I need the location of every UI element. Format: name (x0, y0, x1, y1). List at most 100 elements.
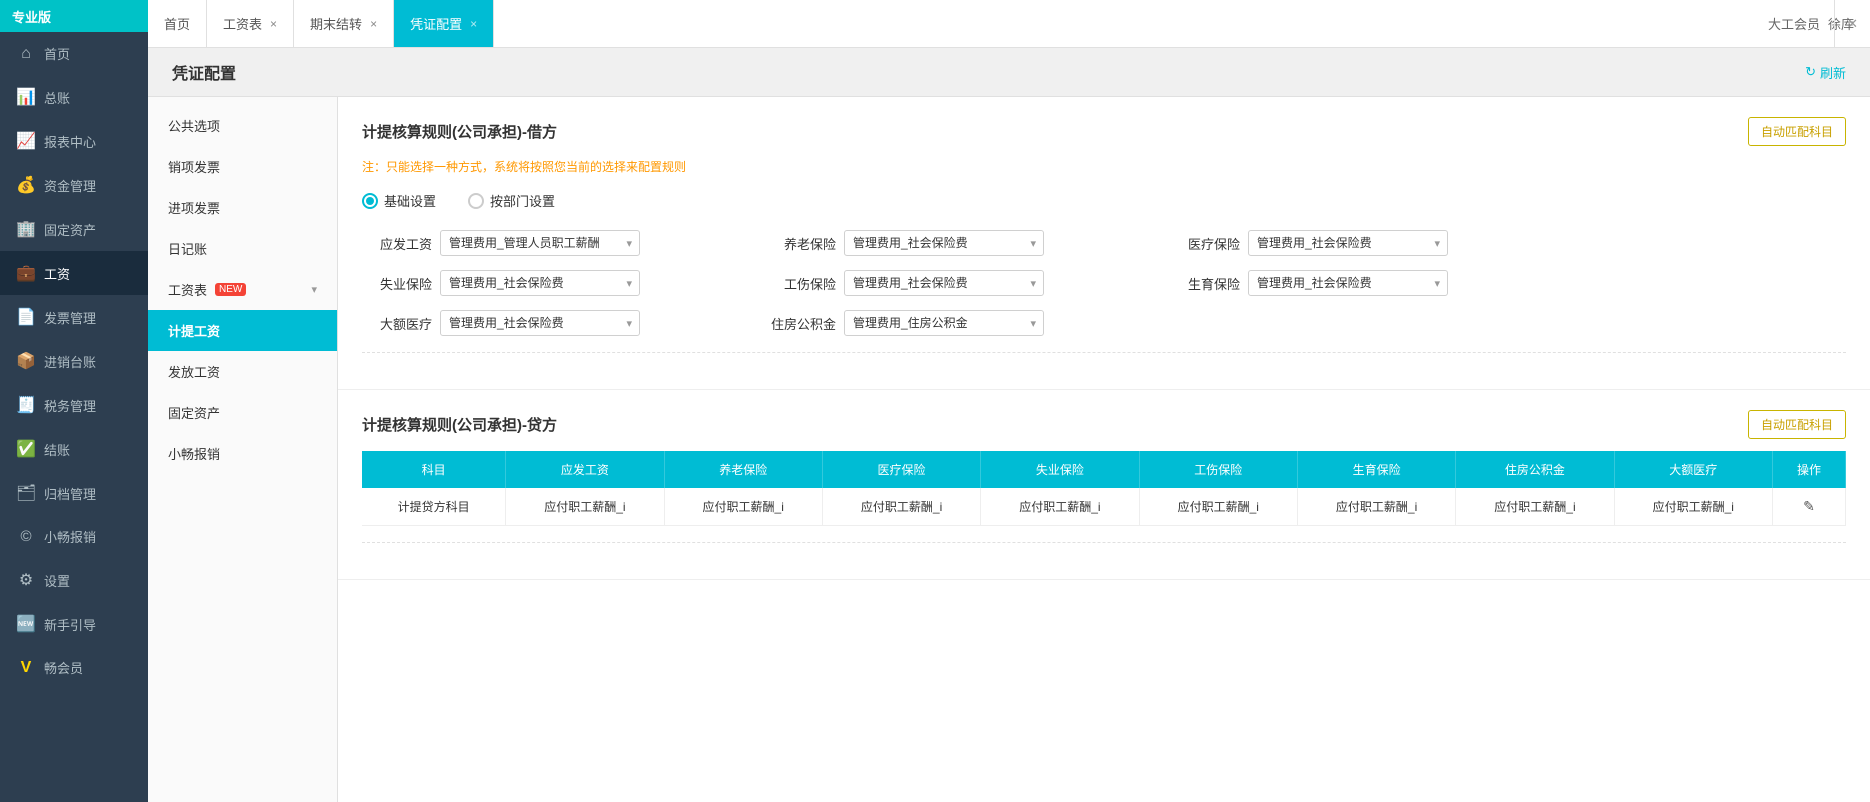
debit-note: 注：只能选择一种方式，系统将按照您当前的选择来配置规则 (362, 158, 1846, 175)
select-pension[interactable]: 管理费用_社会保险费 (844, 230, 1044, 256)
sidebar-item-member[interactable]: V 畅会员 (0, 646, 148, 689)
tab-salary-table[interactable]: 工资表 × (207, 0, 294, 47)
col-housing-fund: 住房公积金 (1456, 451, 1614, 488)
cell-medical: 应付职工薪酬_i (822, 488, 980, 526)
select-salary[interactable]: 管理费用_管理人员职工薪酬 (440, 230, 640, 256)
debit-section-header: 计提核算规则(公司承担)-借方 自动匹配科目 (362, 117, 1846, 146)
credit-table-head: 科目 应发工资 养老保险 医疗保险 失业保险 工伤保险 生育保险 住房公积金 大… (362, 451, 1846, 488)
debit-section-title: 计提核算规则(公司承担)-借方 (362, 121, 557, 142)
sidebar-item-report2[interactable]: © 小畅报销 (0, 515, 148, 558)
purchase-icon: 📦 (16, 351, 36, 371)
nav-arrow-icon: ▾ (311, 283, 317, 296)
select-wrapper-housing-fund: 管理费用_住房公积金 ▾ (844, 310, 1044, 336)
home-icon: ⌂ (16, 45, 36, 63)
tab-voucher-config[interactable]: 凭证配置 × (394, 0, 494, 47)
main-content: 计提核算规则(公司承担)-借方 自动匹配科目 注：只能选择一种方式，系统将按照您… (338, 97, 1870, 802)
sidebar-item-assets[interactable]: 🏢 固定资产 (0, 207, 148, 251)
radio-basic-dot (366, 197, 374, 205)
debit-form-grid: 应发工资 管理费用_管理人员职工薪酬 ▾ 养老保险 (362, 230, 1846, 336)
radio-dept[interactable]: 按部门设置 (468, 191, 555, 210)
close-panel-icon: ✕ (1847, 16, 1858, 32)
assets-icon: 🏢 (16, 219, 36, 239)
radio-basic-label: 基础设置 (384, 191, 436, 210)
radio-basic[interactable]: 基础设置 (362, 191, 436, 210)
select-large-medical[interactable]: 管理费用_社会保险费 (440, 310, 640, 336)
nav-label-calc-wage: 计提工资 (168, 321, 220, 340)
sidebar-item-tax[interactable]: 🧾 税务管理 (0, 383, 148, 427)
edit-icon[interactable]: ✎ (1803, 498, 1815, 514)
select-unemployment[interactable]: 管理费用_社会保险费 (440, 270, 640, 296)
cell-maternity: 应付职工薪酬_i (1297, 488, 1455, 526)
funds-icon: 💰 (16, 175, 36, 195)
nav-item-fixed-assets[interactable]: 固定资产 (148, 392, 337, 433)
nav-item-expense-report[interactable]: 小畅报销 (148, 433, 337, 474)
settle-icon: ✅ (16, 439, 36, 459)
sidebar-label-ledger: 总账 (44, 88, 70, 107)
col-maternity: 生育保险 (1297, 451, 1455, 488)
tab-salary-close[interactable]: × (270, 17, 277, 31)
nav-item-public[interactable]: 公共选项 (148, 105, 337, 146)
cell-subject: 计提贷方科目 (362, 488, 506, 526)
select-wrapper-large-medical: 管理费用_社会保险费 ▾ (440, 310, 640, 336)
sidebar-item-purchase[interactable]: 📦 进销台账 (0, 339, 148, 383)
sidebar-item-salary[interactable]: 💼 工资 (0, 251, 148, 295)
topbar: 首页 工资表 × 期末结转 × 凭证配置 × 大工会员 徐库 ✕ (148, 0, 1870, 48)
select-work-injury[interactable]: 管理费用_社会保险费 (844, 270, 1044, 296)
sidebar-item-reports[interactable]: 📈 报表中心 (0, 119, 148, 163)
sidebar-item-settle[interactable]: ✅ 结账 (0, 427, 148, 471)
sidebar-label-salary: 工资 (44, 264, 70, 283)
select-wrapper-unemployment: 管理费用_社会保险费 ▾ (440, 270, 640, 296)
close-panel-button[interactable]: ✕ (1834, 0, 1870, 47)
nav-item-sales-invoice[interactable]: 销项发票 (148, 146, 337, 187)
tab-period-end[interactable]: 期末结转 × (294, 0, 394, 47)
nav-item-purchase-invoice[interactable]: 进项发票 (148, 187, 337, 228)
credit-table-header-row: 科目 应发工资 养老保险 医疗保险 失业保险 工伤保险 生育保险 住房公积金 大… (362, 451, 1846, 488)
debit-auto-match-button[interactable]: 自动匹配科目 (1748, 117, 1846, 146)
sidebar-item-ledger[interactable]: 📊 总账 (0, 75, 148, 119)
cell-action: ✎ (1772, 488, 1845, 526)
label-housing-fund: 住房公积金 (766, 314, 836, 333)
select-wrapper-salary: 管理费用_管理人员职工薪酬 ▾ (440, 230, 640, 256)
table-row: 计提贷方科目 应付职工薪酬_i 应付职工薪酬_i 应付职工薪酬_i 应付职工薪酬… (362, 488, 1846, 526)
archive-icon: 🗂 (16, 483, 36, 503)
select-wrapper-maternity: 管理费用_社会保险费 ▾ (1248, 270, 1448, 296)
sidebar-label-tax: 税务管理 (44, 396, 96, 415)
invoice-icon: 📄 (16, 307, 36, 327)
sidebar-label-assets: 固定资产 (44, 220, 96, 239)
col-salary: 应发工资 (506, 451, 664, 488)
page-header: 凭证配置 ↻ 刷新 (148, 48, 1870, 97)
page-title: 凭证配置 (172, 60, 236, 84)
left-nav: 公共选项 销项发票 进项发票 日记账 工资表 NEW ▾ 计提工资 (148, 97, 338, 802)
app-logo: 专业版 (0, 0, 148, 32)
cell-pension: 应付职工薪酬_i (664, 488, 822, 526)
select-maternity[interactable]: 管理费用_社会保险费 (1248, 270, 1448, 296)
debit-form-row-2: 失业保险 管理费用_社会保险费 ▾ 工伤保险 (362, 270, 1846, 296)
tab-home[interactable]: 首页 (148, 0, 207, 47)
sidebar-item-home[interactable]: ⌂ 首页 (0, 32, 148, 75)
nav-label-pay-wage: 发放工资 (168, 362, 220, 381)
report2-icon: © (16, 528, 36, 545)
select-wrapper-pension: 管理费用_社会保险费 ▾ (844, 230, 1044, 256)
nav-label-expense: 小畅报销 (168, 444, 220, 463)
credit-divider (362, 542, 1846, 543)
sidebar-item-funds[interactable]: 💰 资金管理 (0, 163, 148, 207)
nav-item-calc-wage[interactable]: 计提工资 (148, 310, 337, 351)
nav-item-journal[interactable]: 日记账 (148, 228, 337, 269)
col-unemployment: 失业保险 (981, 451, 1139, 488)
sidebar-item-settings[interactable]: ⚙ 设置 (0, 558, 148, 602)
refresh-button[interactable]: ↻ 刷新 (1805, 63, 1846, 82)
nav-item-pay-wage[interactable]: 发放工资 (148, 351, 337, 392)
sidebar-label-settle: 结账 (44, 440, 70, 459)
nav-item-wage-table[interactable]: 工资表 NEW ▾ (148, 269, 337, 310)
sidebar-item-invoice[interactable]: 📄 发票管理 (0, 295, 148, 339)
credit-auto-match-button[interactable]: 自动匹配科目 (1748, 410, 1846, 439)
select-housing-fund[interactable]: 管理费用_住房公积金 (844, 310, 1044, 336)
nav-label-public: 公共选项 (168, 116, 220, 135)
tab-voucher-close[interactable]: × (470, 17, 477, 31)
tab-period-close[interactable]: × (370, 17, 377, 31)
sidebar-item-archive[interactable]: 🗂 归档管理 (0, 471, 148, 515)
select-medical[interactable]: 管理费用_社会保险费 (1248, 230, 1448, 256)
salary-icon: 💼 (16, 263, 36, 283)
label-work-injury: 工伤保险 (766, 274, 836, 293)
sidebar-item-guide[interactable]: 🆕 新手引导 (0, 602, 148, 646)
